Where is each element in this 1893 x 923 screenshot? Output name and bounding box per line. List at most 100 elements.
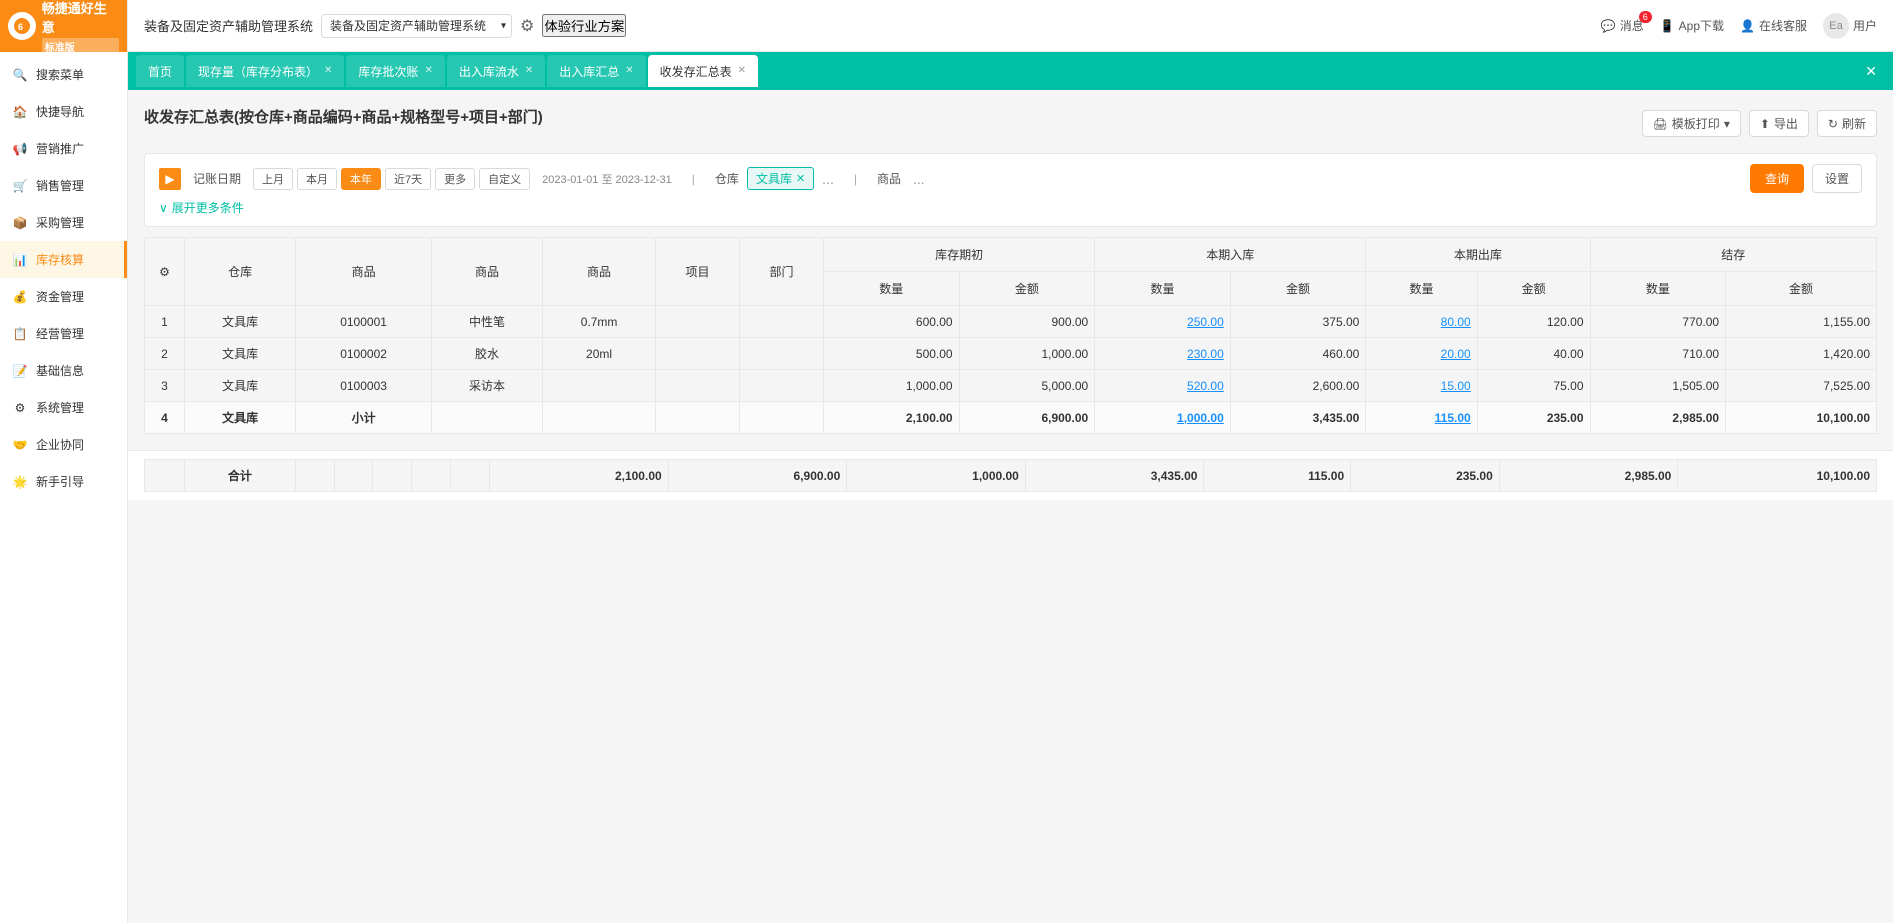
date-btn-custom[interactable]: 自定义 — [479, 168, 530, 190]
cell-in-qty[interactable]: 520.00 — [1095, 370, 1231, 402]
cell-in-amt: 2,600.00 — [1230, 370, 1366, 402]
sidebar-nav: 🔍 搜索菜单 🏠 快捷导航 📢 营销推广 🛒 销售管理 📦 采购管理 📊 库存核… — [0, 52, 127, 923]
sidebar-item-label: 基础信息 — [36, 362, 84, 379]
tab-summary[interactable]: 出入库汇总 ✕ — [547, 55, 645, 87]
date-btn-this-month[interactable]: 本月 — [297, 168, 337, 190]
th-balance-amt: 金额 — [1726, 272, 1877, 306]
sidebar-item-quick-nav[interactable]: 🏠 快捷导航 — [0, 93, 127, 130]
user-label: 用户 — [1853, 17, 1877, 34]
cell-out-qty[interactable]: 80.00 — [1366, 306, 1477, 338]
tab-close-icon[interactable]: ✕ — [424, 66, 432, 76]
tab-bar-close-icon[interactable]: ✕ — [1857, 63, 1885, 80]
th-in-qty: 数量 — [1095, 272, 1231, 306]
cell-out-amt: 75.00 — [1477, 370, 1590, 402]
sidebar-item-sales[interactable]: 🛒 销售管理 — [0, 167, 127, 204]
cell-opening-amt: 5,000.00 — [959, 370, 1095, 402]
cell-out-qty[interactable]: 15.00 — [1366, 370, 1477, 402]
header-left: 装备及固定资产辅助管理系统 装备及固定资产辅助管理系统 ⚙ 体验行业方案 — [144, 14, 626, 38]
sidebar-item-enterprise[interactable]: 🤝 企业协同 — [0, 426, 127, 463]
th-goods-code: 商品 — [296, 238, 432, 306]
tab-close-icon[interactable]: ✕ — [525, 66, 533, 76]
online-service-btn[interactable]: 👤 在线客服 — [1740, 17, 1807, 34]
cell-in-qty[interactable]: 250.00 — [1095, 306, 1231, 338]
cell-out-amt: 120.00 — [1477, 306, 1590, 338]
subtotal-in-amt: 3,435.00 — [1230, 402, 1366, 434]
experience-button[interactable]: 体验行业方案 — [542, 14, 626, 37]
tab-flow[interactable]: 出入库流水 ✕ — [447, 55, 545, 87]
tab-close-icon[interactable]: ✕ — [738, 66, 746, 76]
app-download-btn[interactable]: 📱 App下载 — [1660, 17, 1724, 34]
sidebar-item-label: 营销推广 — [36, 140, 84, 157]
tab-stock-dist[interactable]: 现存量（库存分布表） ✕ — [186, 55, 344, 87]
settings-icon[interactable]: ⚙ — [520, 16, 534, 36]
tab-close-icon[interactable]: ✕ — [625, 66, 633, 76]
subtotal-out-amt: 235.00 — [1477, 402, 1590, 434]
tab-receive-send[interactable]: 收发存汇总表 ✕ — [648, 55, 758, 87]
cell-goods-spec: 0.7mm — [543, 306, 656, 338]
newbie-icon: 🌟 — [12, 474, 28, 490]
subtotal-out-qty[interactable]: 115.00 — [1366, 402, 1477, 434]
sidebar-item-inventory[interactable]: 📊 库存核算 — [0, 241, 127, 278]
sidebar-logo: 6 畅捷通好生意 标准版 — [0, 0, 127, 52]
subtotal-empty2 — [543, 402, 656, 434]
refresh-button[interactable]: ↻ 刷新 — [1817, 110, 1877, 137]
sidebar-item-label: 资金管理 — [36, 288, 84, 305]
cell-warehouse: 文具库 — [185, 306, 296, 338]
subtotal-in-qty[interactable]: 1,000.00 — [1095, 402, 1231, 434]
subtotal-warehouse: 文具库 — [185, 402, 296, 434]
total-table: 合计 2,100.00 6,900.00 1,000.00 3,435.00 1… — [144, 459, 1877, 492]
tab-close-icon[interactable]: ✕ — [324, 66, 332, 76]
total-label: 合计 — [185, 460, 296, 492]
total-empty0 — [145, 460, 185, 492]
sidebar-item-newbie[interactable]: 🌟 新手引导 — [0, 463, 127, 500]
sidebar-item-search[interactable]: 🔍 搜索菜单 — [0, 56, 127, 93]
main-area: 装备及固定资产辅助管理系统 装备及固定资产辅助管理系统 ⚙ 体验行业方案 💬 消… — [128, 0, 1893, 923]
user-profile-btn[interactable]: Ea 用户 — [1823, 13, 1877, 39]
query-button[interactable]: 查询 — [1750, 164, 1804, 193]
sidebar-item-label: 库存核算 — [36, 251, 84, 268]
sidebar-item-basic[interactable]: 📝 基础信息 — [0, 352, 127, 389]
expand-label: 展开更多条件 — [172, 199, 244, 216]
refresh-icon: ↻ — [1828, 117, 1838, 131]
date-btn-last-month[interactable]: 上月 — [253, 168, 293, 190]
sidebar-item-label: 搜索菜单 — [36, 66, 84, 83]
cell-seq: 1 — [145, 306, 185, 338]
sidebar-item-purchase[interactable]: 📦 采购管理 — [0, 204, 127, 241]
sidebar-item-marketing[interactable]: 📢 营销推广 — [0, 130, 127, 167]
system-selector[interactable]: 装备及固定资产辅助管理系统 — [321, 14, 512, 38]
sidebar-item-system[interactable]: ⚙ 系统管理 — [0, 389, 127, 426]
sidebar: 6 畅捷通好生意 标准版 🔍 搜索菜单 🏠 快捷导航 📢 营销推广 🛒 销售管理… — [0, 0, 128, 923]
message-badge: 6 — [1639, 11, 1652, 23]
date-btn-this-year[interactable]: 本年 — [341, 168, 381, 190]
settings-button[interactable]: 设置 — [1812, 164, 1862, 193]
date-btn-more[interactable]: 更多 — [435, 168, 475, 190]
cell-in-qty[interactable]: 230.00 — [1095, 338, 1231, 370]
app-download-label: App下载 — [1679, 17, 1724, 34]
sidebar-item-label: 新手引导 — [36, 473, 84, 490]
operations-icon: 📋 — [12, 326, 28, 342]
expand-more-btn[interactable]: ∨ 展开更多条件 — [159, 199, 1862, 216]
th-out-amt: 金额 — [1477, 272, 1590, 306]
message-btn[interactable]: 💬 消息 6 — [1601, 17, 1644, 34]
table-row: 2 文具库 0100002 胶水 20ml 500.00 1,000.00 23… — [145, 338, 1877, 370]
sidebar-item-operations[interactable]: 📋 经营管理 — [0, 315, 127, 352]
sidebar-item-finance[interactable]: 💰 资金管理 — [0, 278, 127, 315]
tab-label: 库存批次账 — [358, 63, 418, 80]
cell-out-qty[interactable]: 20.00 — [1366, 338, 1477, 370]
sidebar-item-label: 系统管理 — [36, 399, 84, 416]
tab-home[interactable]: 首页 — [136, 55, 184, 87]
table-row: 3 文具库 0100003 采访本 1,000.00 5,000.00 520.… — [145, 370, 1877, 402]
cell-dept — [739, 306, 823, 338]
goods-more-dots[interactable]: ... — [913, 171, 925, 187]
warehouse-more-dots[interactable]: ... — [822, 171, 834, 187]
warehouse-remove-icon[interactable]: ✕ — [796, 172, 805, 185]
export-button[interactable]: ⬆ 导出 — [1749, 110, 1809, 137]
cell-balance-amt: 1,155.00 — [1726, 306, 1877, 338]
tab-batch[interactable]: 库存批次账 ✕ — [346, 55, 444, 87]
warehouse-filter: 仓库 文具库 ✕ ... — [715, 167, 834, 190]
filter-toggle[interactable]: ▶ — [159, 168, 181, 190]
th-out: 本期出库 — [1366, 238, 1590, 272]
total-balance-amt: 10,100.00 — [1678, 460, 1877, 492]
template-print-button[interactable]: 🖨 模板打印 ▾ — [1642, 110, 1741, 137]
date-btn-7days[interactable]: 近7天 — [385, 168, 431, 190]
